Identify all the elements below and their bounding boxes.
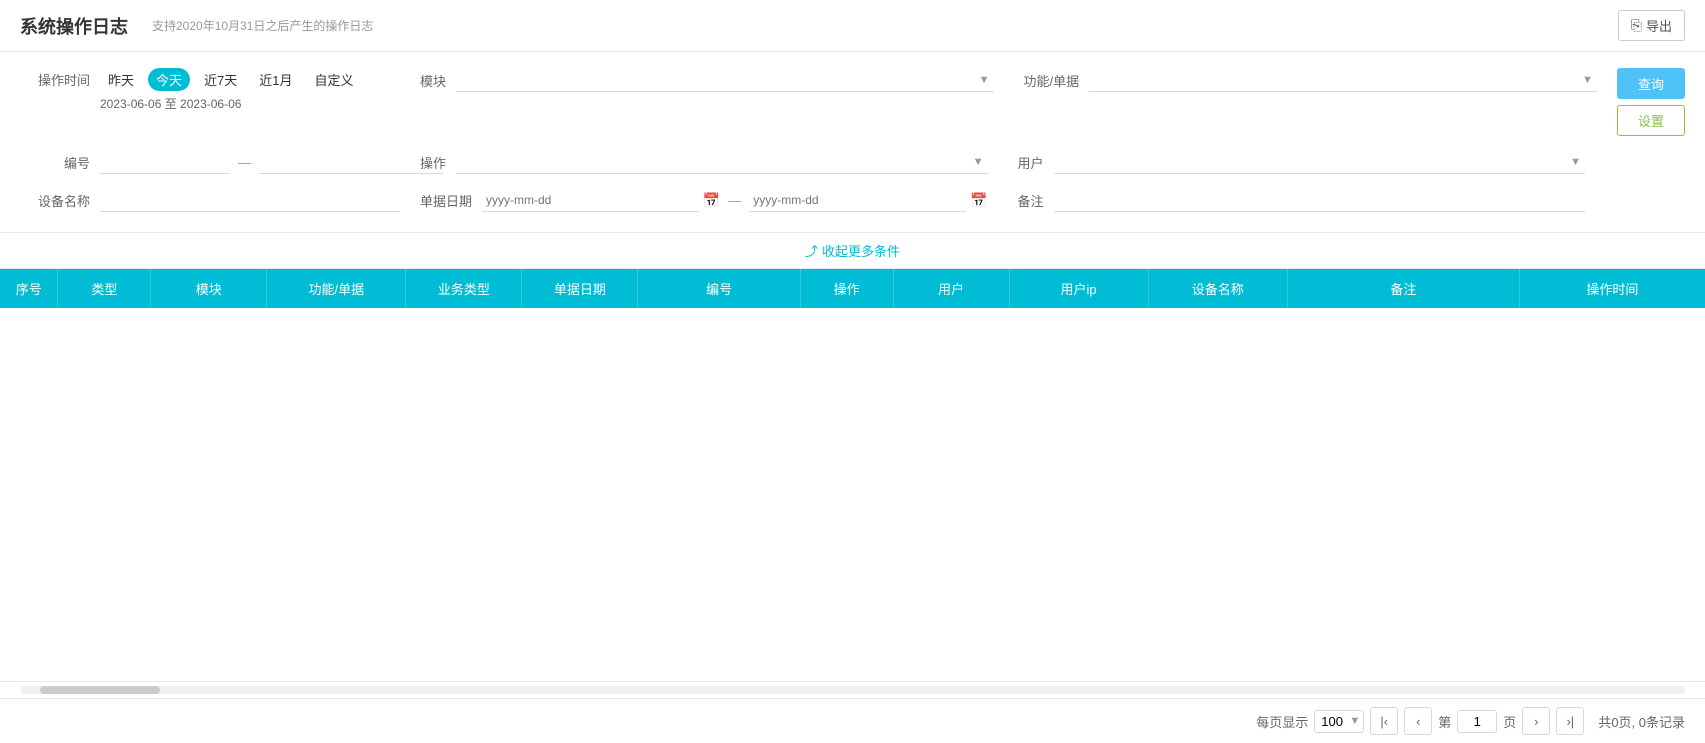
time-btn-yesterday[interactable]: 昨天 bbox=[100, 68, 142, 91]
number-label: 编号 bbox=[20, 153, 100, 172]
col-op-time: 操作时间 bbox=[1519, 269, 1705, 308]
doc-date-label: 单据日期 bbox=[420, 191, 482, 210]
table-container: 序号 类型 模块 功能/单据 业务类型 单据日期 编号 操作 用户 用户ip 设… bbox=[0, 269, 1705, 681]
module-label: 模块 bbox=[420, 71, 456, 90]
total-info: 共0页, 0条记录 bbox=[1598, 712, 1685, 731]
page-input[interactable]: 1 bbox=[1457, 710, 1497, 733]
settings-button[interactable]: 设置 bbox=[1617, 105, 1685, 136]
date-from-calendar-icon[interactable]: 📅 bbox=[703, 192, 720, 209]
module-select-wrapper: ▼ bbox=[456, 68, 993, 92]
page-title: 系统操作日志 bbox=[20, 13, 128, 39]
scroll-bar-thumb[interactable] bbox=[40, 686, 160, 694]
remark-input[interactable] bbox=[1054, 188, 1585, 212]
filter-actions: 查询 设置 bbox=[1617, 68, 1685, 136]
data-table: 序号 类型 模块 功能/单据 业务类型 单据日期 编号 操作 用户 用户ip 设… bbox=[0, 269, 1705, 308]
user-select[interactable] bbox=[1054, 150, 1585, 174]
time-btn-1month[interactable]: 近1月 bbox=[251, 68, 300, 91]
time-btn-7days[interactable]: 近7天 bbox=[196, 68, 245, 91]
user-select-wrapper: ▼ bbox=[1054, 150, 1585, 174]
page-size-select[interactable]: 10 20 50 100 200 bbox=[1314, 710, 1364, 733]
col-module: 模块 bbox=[151, 269, 267, 308]
col-operation: 操作 bbox=[800, 269, 893, 308]
filter-area: 操作时间 昨天 今天 近7天 近1月 自定义 2023-06-06 至 2023… bbox=[0, 52, 1705, 233]
collapse-bar[interactable]: ⤴ 收起更多条件 bbox=[0, 233, 1705, 269]
export-icon: ⎘ bbox=[1631, 17, 1642, 34]
table-header-row: 序号 类型 模块 功能/单据 业务类型 单据日期 编号 操作 用户 用户ip 设… bbox=[0, 269, 1705, 308]
page-size-wrapper: 10 20 50 100 200 ▼ bbox=[1314, 710, 1364, 733]
time-buttons: 昨天 今天 近7天 近1月 自定义 bbox=[100, 68, 362, 91]
number-dash: — bbox=[238, 155, 251, 170]
function-select[interactable] bbox=[1089, 68, 1597, 92]
module-select[interactable] bbox=[456, 68, 993, 92]
page-suffix-label: 页 bbox=[1503, 712, 1516, 731]
date-from-input[interactable] bbox=[482, 189, 699, 212]
function-label: 功能/单据 bbox=[1024, 71, 1090, 90]
query-button[interactable]: 查询 bbox=[1617, 68, 1685, 99]
col-index: 序号 bbox=[0, 269, 58, 308]
page-prefix-label: 第 bbox=[1438, 712, 1451, 731]
col-biz-type: 业务类型 bbox=[406, 269, 522, 308]
time-btn-today[interactable]: 今天 bbox=[148, 68, 190, 91]
operation-label: 操作 bbox=[420, 153, 456, 172]
page-header: 系统操作日志 支持2020年10月31日之后产生的操作日志 ⎘ 导出 bbox=[0, 0, 1705, 52]
number-from-input[interactable] bbox=[100, 150, 230, 174]
col-remark: 备注 bbox=[1287, 269, 1519, 308]
page-subtitle: 支持2020年10月31日之后产生的操作日志 bbox=[152, 17, 373, 34]
operation-select[interactable] bbox=[456, 150, 987, 174]
device-input[interactable] bbox=[100, 188, 400, 212]
col-user-ip: 用户ip bbox=[1009, 269, 1148, 308]
date-to-input[interactable] bbox=[749, 189, 966, 212]
collapse-label: 收起更多条件 bbox=[822, 241, 900, 260]
first-page-button[interactable]: |‹ bbox=[1370, 707, 1398, 735]
col-number: 编号 bbox=[638, 269, 800, 308]
time-btn-custom[interactable]: 自定义 bbox=[307, 68, 362, 91]
user-label: 用户 bbox=[1018, 153, 1054, 172]
function-select-wrapper: ▼ bbox=[1089, 68, 1597, 92]
col-doc-date: 单据日期 bbox=[522, 269, 638, 308]
export-button[interactable]: ⎘ 导出 bbox=[1618, 10, 1685, 41]
pagination: 每页显示 10 20 50 100 200 ▼ |‹ ‹ 第 1 页 › ›| … bbox=[0, 698, 1705, 743]
col-user: 用户 bbox=[893, 269, 1009, 308]
next-page-button[interactable]: › bbox=[1522, 707, 1550, 735]
page-size-label: 每页显示 bbox=[1256, 712, 1308, 731]
time-range: 2023-06-06 至 2023-06-06 bbox=[100, 97, 241, 111]
date-dash: — bbox=[728, 193, 741, 208]
remark-label: 备注 bbox=[1018, 191, 1054, 210]
number-to-input[interactable] bbox=[259, 150, 443, 174]
col-type: 类型 bbox=[58, 269, 151, 308]
col-function: 功能/单据 bbox=[267, 269, 406, 308]
export-label: 导出 bbox=[1646, 16, 1672, 35]
scroll-bar-track bbox=[20, 686, 1685, 694]
collapse-up-icon: ⤴ bbox=[805, 241, 818, 260]
prev-page-button[interactable]: ‹ bbox=[1404, 707, 1432, 735]
scroll-bar-wrap bbox=[0, 681, 1705, 698]
col-device: 设备名称 bbox=[1148, 269, 1287, 308]
operation-select-wrapper: ▼ bbox=[456, 150, 987, 174]
time-label: 操作时间 bbox=[20, 70, 100, 89]
date-to-calendar-icon[interactable]: 📅 bbox=[970, 192, 987, 209]
last-page-button[interactable]: ›| bbox=[1556, 707, 1584, 735]
empty-area bbox=[0, 308, 1705, 648]
device-label: 设备名称 bbox=[20, 191, 100, 210]
